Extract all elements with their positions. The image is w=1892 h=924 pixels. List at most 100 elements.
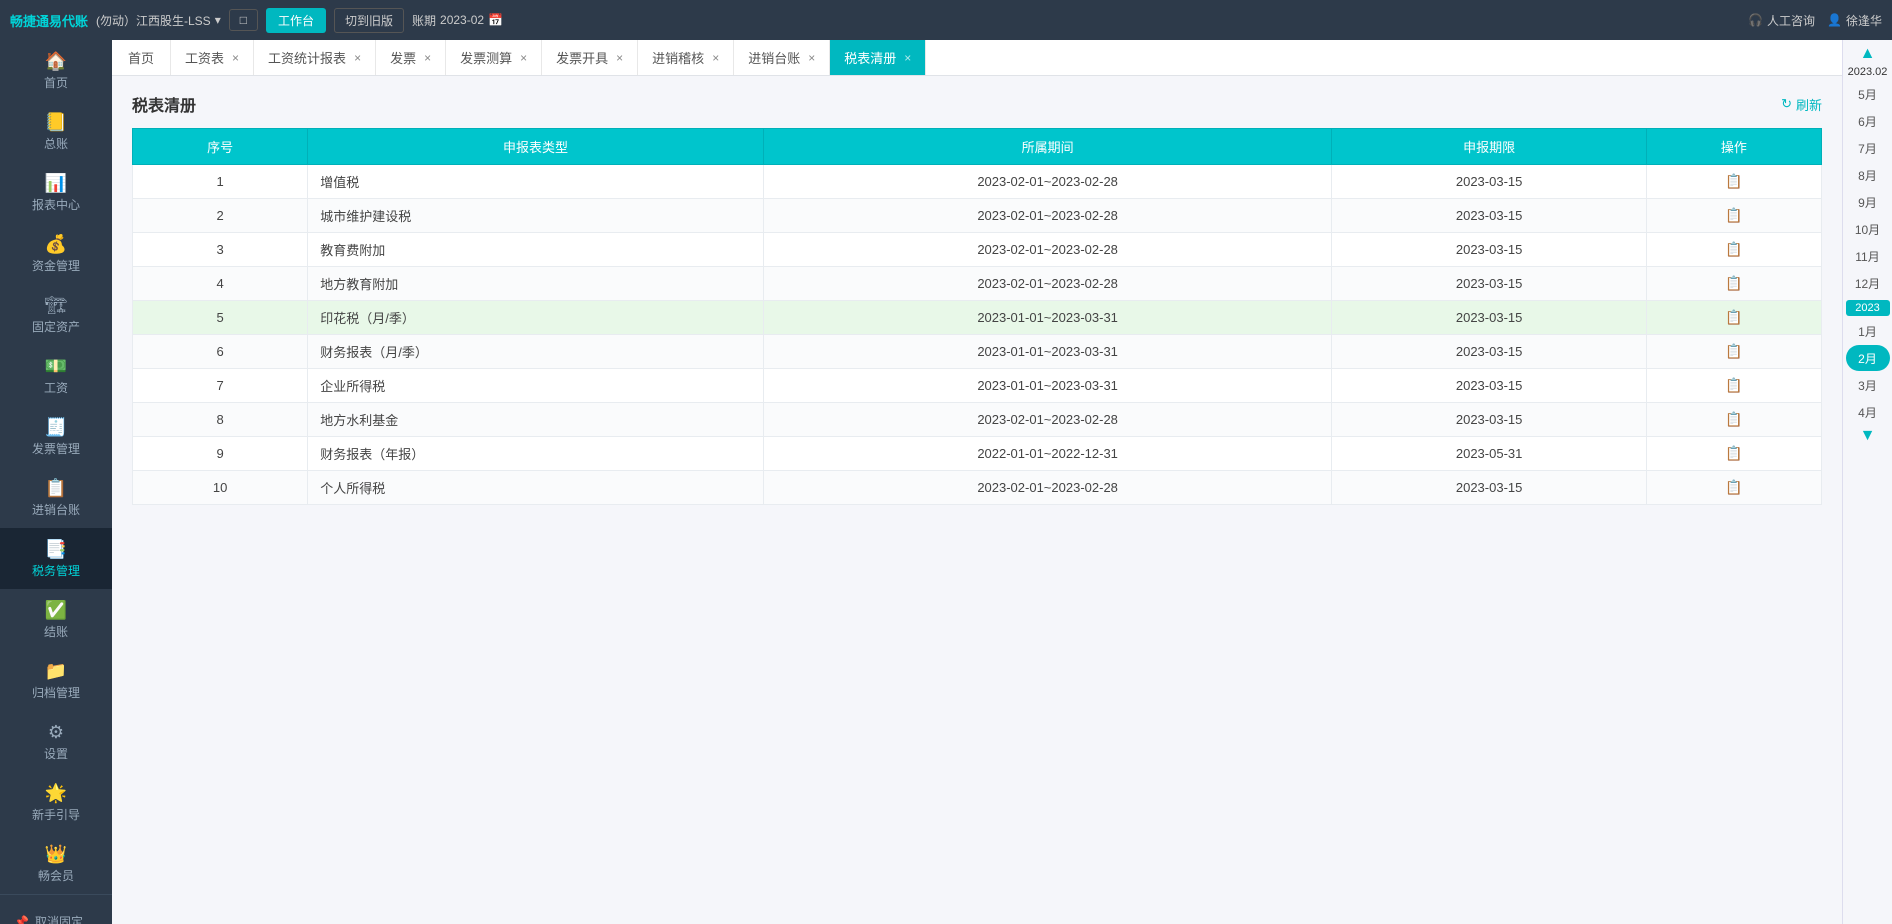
tab-7[interactable]: 进销台账× bbox=[734, 40, 830, 76]
sidebar-item-11[interactable]: ⚙ 设置 bbox=[0, 711, 112, 772]
tab-close-7[interactable]: × bbox=[808, 51, 815, 65]
cal-prev-month-0[interactable]: 5月 bbox=[1846, 81, 1890, 107]
app-logo: 畅捷通易代账 bbox=[10, 11, 88, 30]
cell-action-0[interactable]: 📋 bbox=[1646, 165, 1821, 199]
cal-month-1[interactable]: 2月 bbox=[1846, 345, 1890, 371]
action-icon-7[interactable]: 📋 bbox=[1725, 411, 1742, 427]
sidebar-item-6[interactable]: 🧾 发票管理 bbox=[0, 406, 112, 467]
headset-icon: 🎧 bbox=[1748, 13, 1763, 27]
calendar-down-button[interactable]: ▼ bbox=[1843, 426, 1892, 446]
tab-2[interactable]: 工资统计报表× bbox=[254, 40, 376, 76]
sidebar-item-9[interactable]: ✅ 结账 bbox=[0, 589, 112, 650]
action-icon-2[interactable]: 📋 bbox=[1725, 241, 1742, 257]
action-icon-6[interactable]: 📋 bbox=[1725, 377, 1742, 393]
tab-close-6[interactable]: × bbox=[712, 51, 719, 65]
tab-label-8: 税表清册 bbox=[844, 48, 896, 67]
tab-8[interactable]: 税表清册 × bbox=[830, 40, 926, 76]
tab-bar: 首页工资表×工资统计报表×发票×发票测算×发票开具×进销稽核×进销台账×税表清册… bbox=[112, 40, 1842, 76]
sidebar-item-5[interactable]: 💵 工资 bbox=[0, 345, 112, 406]
tab-3[interactable]: 发票× bbox=[376, 40, 446, 76]
cell-period-1: 2023-02-01~2023-02-28 bbox=[763, 199, 1332, 233]
cal-month-2[interactable]: 3月 bbox=[1846, 372, 1890, 398]
cell-action-2[interactable]: 📋 bbox=[1646, 233, 1821, 267]
sidebar-item-4[interactable]: 🏗 固定资产 bbox=[0, 284, 112, 345]
cell-action-4[interactable]: 📋 bbox=[1646, 301, 1821, 335]
sidebar-item-1[interactable]: 📒 总账 bbox=[0, 101, 112, 162]
table-row: 6 财务报表（月/季） 2023-01-01~2023-03-31 2023-0… bbox=[133, 335, 1822, 369]
calendar-up-button[interactable]: ▲ bbox=[1843, 44, 1892, 64]
sidebar-item-12[interactable]: 🌟 新手引导 bbox=[0, 772, 112, 833]
cal-prev-month-3[interactable]: 8月 bbox=[1846, 162, 1890, 188]
user-menu[interactable]: 👤 徐逢华 bbox=[1827, 12, 1882, 29]
sidebar-item-13[interactable]: 👑 畅会员 bbox=[0, 833, 112, 894]
cell-action-9[interactable]: 📋 bbox=[1646, 471, 1821, 505]
workbench-button[interactable]: 工作台 bbox=[266, 8, 326, 33]
cal-prev-month-1[interactable]: 6月 bbox=[1846, 108, 1890, 134]
cell-seq-3: 4 bbox=[133, 267, 308, 301]
sidebar-icon-7: 📋 bbox=[45, 479, 67, 497]
cal-prev-month-5[interactable]: 10月 bbox=[1846, 216, 1890, 242]
tab-close-5[interactable]: × bbox=[616, 51, 623, 65]
tab-1[interactable]: 工资表× bbox=[171, 40, 254, 76]
action-icon-4[interactable]: 📋 bbox=[1725, 309, 1742, 325]
tab-5[interactable]: 发票开具 × bbox=[542, 40, 638, 76]
tab-label-5: 发票开具 bbox=[556, 48, 608, 67]
cell-type-0: 增值税 bbox=[308, 165, 764, 199]
sidebar-item-8[interactable]: 📑 税务管理 bbox=[0, 528, 112, 589]
action-icon-8[interactable]: 📋 bbox=[1725, 445, 1742, 461]
sidebar-item-3[interactable]: 💰 资金管理 bbox=[0, 223, 112, 284]
tab-close-4[interactable]: × bbox=[520, 51, 527, 65]
sidebar-item-0[interactable]: 🏠 首页 bbox=[0, 40, 112, 101]
action-icon-3[interactable]: 📋 bbox=[1725, 275, 1742, 291]
sidebar-item-10[interactable]: 📁 归档管理 bbox=[0, 650, 112, 711]
cell-action-6[interactable]: 📋 bbox=[1646, 369, 1821, 403]
sidebar-icon-4: 🏗 bbox=[45, 296, 68, 314]
action-icon-5[interactable]: 📋 bbox=[1725, 343, 1742, 359]
content-area: 首页工资表×工资统计报表×发票×发票测算×发票开具×进销稽核×进销台账×税表清册… bbox=[112, 40, 1842, 924]
sidebar-label-7: 进销台账 bbox=[32, 501, 80, 518]
sidebar-icon-8: 📑 bbox=[45, 540, 67, 558]
cell-type-3: 地方教育附加 bbox=[308, 267, 764, 301]
switch-old-button[interactable]: 切到旧版 bbox=[334, 8, 404, 33]
cal-month-0[interactable]: 1月 bbox=[1846, 318, 1890, 344]
sidebar-item-2[interactable]: 📊 报表中心 bbox=[0, 162, 112, 223]
tab-label-0: 首页 bbox=[128, 48, 154, 67]
tab-close-3[interactable]: × bbox=[424, 51, 431, 65]
cal-prev-month-4[interactable]: 9月 bbox=[1846, 189, 1890, 215]
cal-prev-month-2[interactable]: 7月 bbox=[1846, 135, 1890, 161]
sidebar-label-2: 报表中心 bbox=[32, 196, 80, 213]
sidebar-icon-0: 🏠 bbox=[45, 52, 67, 70]
sidebar-item-7[interactable]: 📋 进销台账 bbox=[0, 467, 112, 528]
cell-action-7[interactable]: 📋 bbox=[1646, 403, 1821, 437]
tab-close-1[interactable]: × bbox=[232, 51, 239, 65]
tab-close-2[interactable]: × bbox=[354, 51, 361, 65]
copy-button[interactable]: □ bbox=[229, 9, 258, 31]
tab-4[interactable]: 发票测算× bbox=[446, 40, 542, 76]
cell-action-8[interactable]: 📋 bbox=[1646, 437, 1821, 471]
tab-6[interactable]: 进销稽核× bbox=[638, 40, 734, 76]
cell-period-5: 2023-01-01~2023-03-31 bbox=[763, 335, 1332, 369]
cal-month-3[interactable]: 4月 bbox=[1846, 399, 1890, 425]
cal-prev-month-7[interactable]: 12月 bbox=[1846, 270, 1890, 296]
company-selector[interactable]: (勿动）江西股生-LSS ▾ bbox=[96, 12, 221, 29]
action-icon-9[interactable]: 📋 bbox=[1725, 479, 1742, 495]
cell-period-8: 2022-01-01~2022-12-31 bbox=[763, 437, 1332, 471]
action-icon-1[interactable]: 📋 bbox=[1725, 207, 1742, 223]
cell-action-5[interactable]: 📋 bbox=[1646, 335, 1821, 369]
calendar-icon[interactable]: 📅 bbox=[488, 13, 503, 27]
col-header-4: 操作 bbox=[1646, 129, 1821, 165]
cell-type-5: 财务报表（月/季） bbox=[308, 335, 764, 369]
action-icon-0[interactable]: 📋 bbox=[1725, 173, 1742, 189]
sidebar-label-1: 总账 bbox=[44, 135, 68, 152]
cell-action-1[interactable]: 📋 bbox=[1646, 199, 1821, 233]
sidebar-icon-13: 👑 bbox=[45, 845, 67, 863]
refresh-button[interactable]: ↻ 刷新 bbox=[1781, 95, 1822, 114]
cal-prev-month-6[interactable]: 11月 bbox=[1846, 243, 1890, 269]
unpin-button[interactable]: 📌 取消固定 bbox=[0, 905, 112, 924]
cell-seq-0: 1 bbox=[133, 165, 308, 199]
ai-consult-button[interactable]: 🎧 人工咨询 bbox=[1748, 12, 1815, 29]
tab-close-8[interactable]: × bbox=[904, 51, 911, 65]
cell-action-3[interactable]: 📋 bbox=[1646, 267, 1821, 301]
user-icon: 👤 bbox=[1827, 13, 1842, 27]
tab-0[interactable]: 首页 bbox=[112, 40, 171, 76]
